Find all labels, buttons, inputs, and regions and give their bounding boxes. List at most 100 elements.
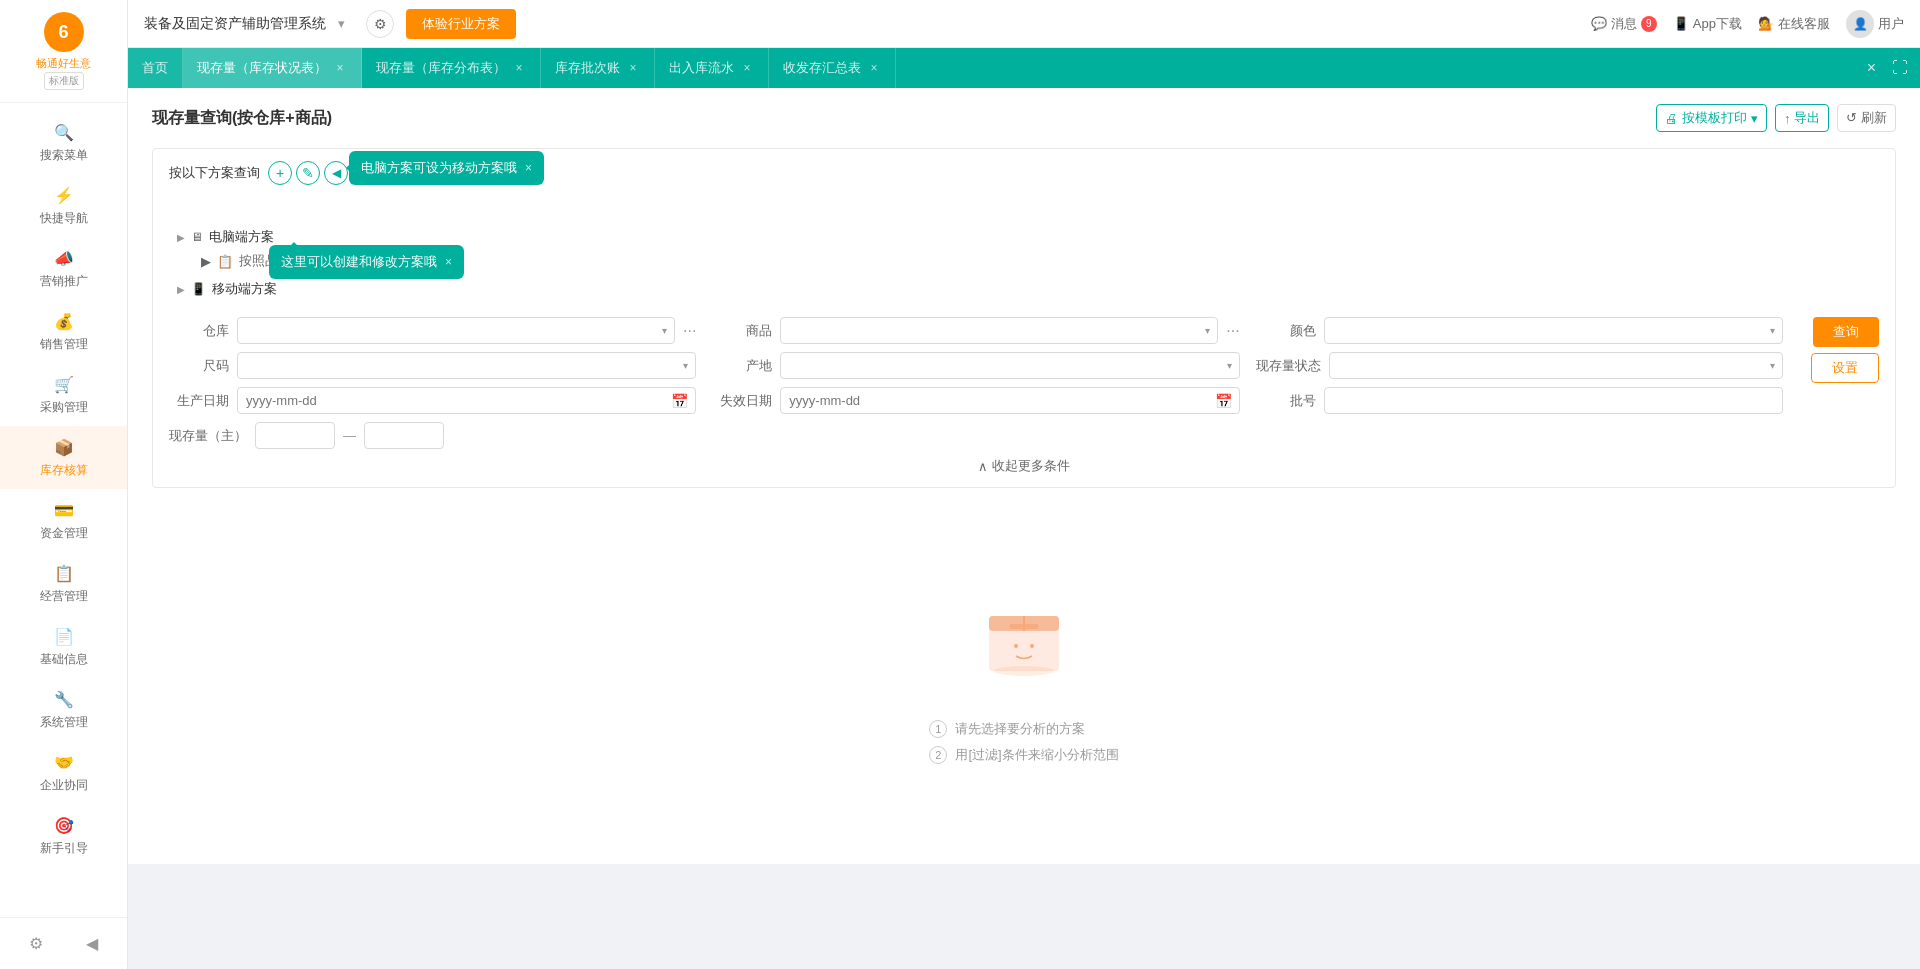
sidebar-item-finance[interactable]: 💳 资金管理 xyxy=(0,489,127,552)
sidebar-item-management[interactable]: 📋 经营管理 xyxy=(0,552,127,615)
user-avatar: 👤 xyxy=(1846,10,1874,38)
sidebar-item-quicknav[interactable]: ⚡ 快捷导航 xyxy=(0,174,127,237)
collab-icon: 🤝 xyxy=(53,751,75,773)
filter-fields-container: 仓库 ▾ ··· 商品 xyxy=(169,317,1879,449)
sales-icon: 💰 xyxy=(53,310,75,332)
sub-icon: 📋 xyxy=(217,254,233,269)
goods-more-icon[interactable]: ··· xyxy=(1226,322,1239,340)
warehouse-label: 仓库 xyxy=(169,322,229,340)
stock-status-select-wrapper: ▾ xyxy=(1329,352,1783,379)
tab-inventory-status[interactable]: 现存量（库存状况表） × xyxy=(183,48,362,88)
sidebar-item-sales[interactable]: 💰 销售管理 xyxy=(0,300,127,363)
tab-batch[interactable]: 库存批次账 × xyxy=(541,48,655,88)
collapse-arrow-icon: ∧ xyxy=(978,459,988,474)
size-label: 尺码 xyxy=(169,357,229,375)
origin-input[interactable] xyxy=(780,352,1239,379)
tooltip-2-close[interactable]: × xyxy=(445,255,452,269)
gear-button[interactable]: ⚙ xyxy=(366,10,394,38)
origin-select-wrapper: ▾ xyxy=(780,352,1239,379)
tooltip-1-close[interactable]: × xyxy=(525,161,532,175)
avatar-icon: 👤 xyxy=(1853,17,1868,31)
sidebar-item-system[interactable]: 🔧 系统管理 xyxy=(0,678,127,741)
sidebar-item-label: 经营管理 xyxy=(40,588,88,605)
edit-scheme-btn[interactable]: ✎ xyxy=(296,161,320,185)
production-date-input[interactable] xyxy=(237,387,696,414)
trial-button[interactable]: 体验行业方案 xyxy=(406,9,516,39)
query-button[interactable]: 查询 xyxy=(1813,317,1879,347)
system-dropdown-icon[interactable]: ▾ xyxy=(338,16,354,32)
export-button[interactable]: ↑ 导出 xyxy=(1775,104,1830,132)
user-item[interactable]: 👤 用户 xyxy=(1846,10,1904,38)
purchase-icon: 🛒 xyxy=(53,373,75,395)
reset-button[interactable]: 设置 xyxy=(1811,353,1879,383)
svg-point-4 xyxy=(994,666,1054,676)
stock-min-input[interactable] xyxy=(255,422,335,449)
batch-label: 批号 xyxy=(1256,392,1316,410)
lightning-icon: ⚡ xyxy=(53,184,75,206)
sidebar-item-basic-info[interactable]: 📄 基础信息 xyxy=(0,615,127,678)
collapse-button[interactable]: ∧ 收起更多条件 xyxy=(169,457,1879,475)
settings-footer-icon[interactable]: ⚙ xyxy=(25,930,47,957)
filter-fields-main: 仓库 ▾ ··· 商品 xyxy=(169,317,1783,449)
stock-max-input[interactable] xyxy=(364,422,444,449)
sidebar-item-inventory[interactable]: 📦 库存核算 xyxy=(0,426,127,489)
warehouse-input[interactable] xyxy=(237,317,675,344)
tab-inventory-dist[interactable]: 现存量（库存分布表） × xyxy=(362,48,541,88)
tab-home[interactable]: 首页 xyxy=(128,48,183,88)
sidebar-item-marketing[interactable]: 📣 营销推广 xyxy=(0,237,127,300)
sidebar-item-search[interactable]: 🔍 搜索菜单 xyxy=(0,111,127,174)
system-icon: 🔧 xyxy=(53,688,75,710)
sidebar-item-label: 销售管理 xyxy=(40,336,88,353)
app-download-item[interactable]: 📱 App下载 xyxy=(1673,15,1742,33)
sub-arrow: ▶ xyxy=(201,254,211,269)
tab-close-flow[interactable]: × xyxy=(740,61,754,75)
tab-close-all-btn[interactable]: × xyxy=(1863,55,1880,81)
production-date-filter: 生产日期 📅 xyxy=(169,387,696,414)
sidebar-item-label: 企业协同 xyxy=(40,777,88,794)
tab-close-inventory-status[interactable]: × xyxy=(333,61,347,75)
goods-input[interactable] xyxy=(780,317,1218,344)
export-icon: ↑ xyxy=(1784,111,1791,126)
color-input[interactable] xyxy=(1324,317,1783,344)
sidebar-item-collab[interactable]: 🤝 企业协同 xyxy=(0,741,127,804)
add-scheme-btn[interactable]: + xyxy=(268,161,292,185)
filter-row-1: 仓库 ▾ ··· 商品 xyxy=(169,317,1783,344)
tutorial-icon: 🎯 xyxy=(53,814,75,836)
tab-flow[interactable]: 出入库流水 × xyxy=(655,48,769,88)
batch-filter: 批号 xyxy=(1256,387,1783,414)
message-item[interactable]: 💬 消息 9 xyxy=(1591,15,1657,33)
range-dash: — xyxy=(339,428,360,443)
expiry-date-label: 失效日期 xyxy=(712,392,772,410)
stock-status-input[interactable] xyxy=(1329,352,1783,379)
tab-label: 出入库流水 xyxy=(669,59,734,77)
logo-badge: 标准版 xyxy=(44,72,84,90)
tab-summary[interactable]: 收发存汇总表 × xyxy=(769,48,896,88)
print-icon: 🖨 xyxy=(1665,111,1678,126)
sidebar-item-purchase[interactable]: 🛒 采购管理 xyxy=(0,363,127,426)
warehouse-more-icon[interactable]: ··· xyxy=(683,322,696,340)
print-button[interactable]: 🖨 按模板打印 ▾ xyxy=(1656,104,1767,132)
expiry-date-wrapper: 📅 xyxy=(780,387,1239,414)
empty-step-1: 1 请先选择要分析的方案 xyxy=(929,716,1118,742)
online-service-item[interactable]: 💁 在线客服 xyxy=(1758,15,1830,33)
header-right: 💬 消息 9 📱 App下载 💁 在线客服 👤 用户 xyxy=(1591,10,1904,38)
tab-close-inventory-dist[interactable]: × xyxy=(512,61,526,75)
stock-main-label: 现存量（主） xyxy=(169,427,247,445)
tab-close-batch[interactable]: × xyxy=(626,61,640,75)
empty-step-2: 2 用[过滤]条件来缩小分析范围 xyxy=(929,742,1118,768)
expiry-date-input[interactable] xyxy=(780,387,1239,414)
tab-label: 现存量（库存分布表） xyxy=(376,59,506,77)
mobile-scheme-item[interactable]: ▶ 📱 移动端方案 xyxy=(177,277,1879,301)
sidebar-item-tutorial[interactable]: 🎯 新手引导 xyxy=(0,804,127,867)
size-input[interactable] xyxy=(237,352,696,379)
batch-input[interactable] xyxy=(1324,387,1783,414)
header-left: 装备及固定资产辅助管理系统 ▾ ⚙ 体验行业方案 xyxy=(144,9,516,39)
tab-close-summary[interactable]: × xyxy=(867,61,881,75)
tab-fullscreen-btn[interactable]: ⛶ xyxy=(1888,55,1912,81)
refresh-button[interactable]: ↺ 刷新 xyxy=(1837,104,1896,132)
goods-label: 商品 xyxy=(712,322,772,340)
message-badge: 9 xyxy=(1641,16,1657,32)
step-2-text: 用[过滤]条件来缩小分析范围 xyxy=(955,742,1118,768)
filter-area: 按以下方案查询 + ✎ ◀ 电脑方案可设为移动方案哦 × xyxy=(152,148,1896,488)
collapse-sidebar-icon[interactable]: ◀ xyxy=(82,930,102,957)
